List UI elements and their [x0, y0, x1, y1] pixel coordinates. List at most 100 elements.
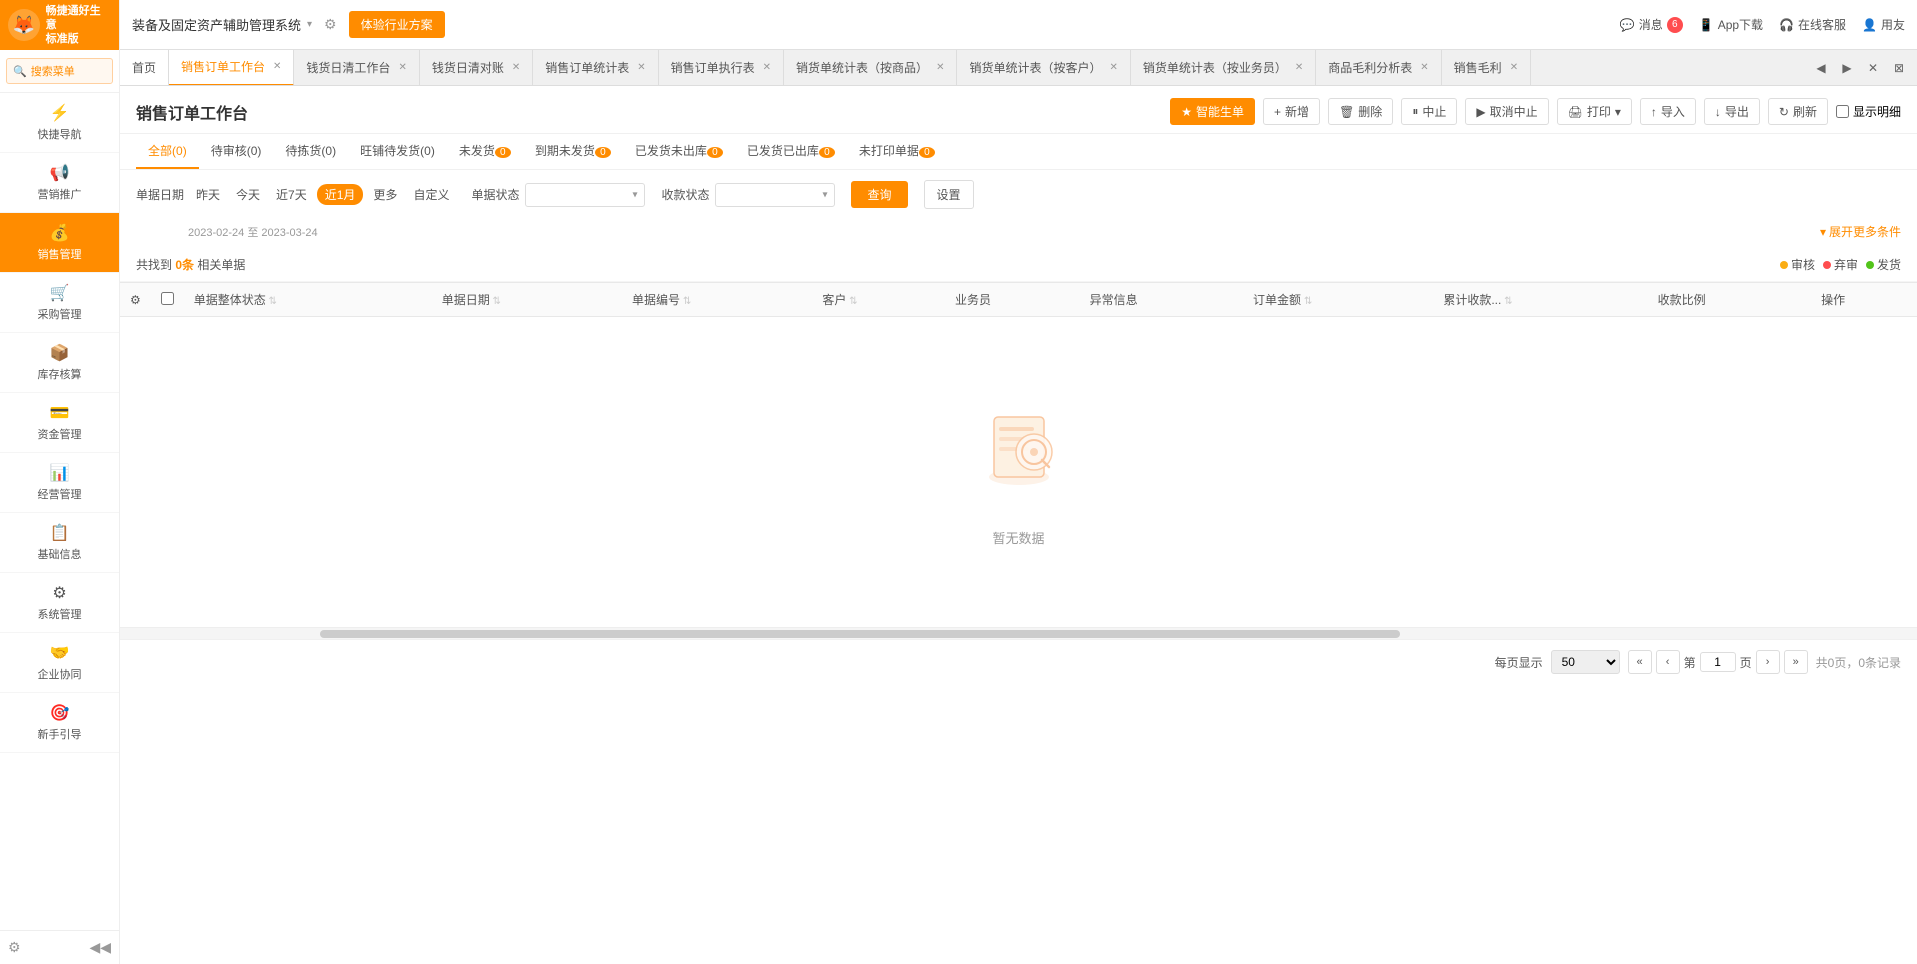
tab-close-icon[interactable]: ✕ [1510, 62, 1518, 73]
sub-tab-shipped-out[interactable]: 已发货已出库0 [735, 134, 847, 169]
tab-sales-exec[interactable]: 销售订单执行表 ✕ [659, 50, 784, 86]
tab-close-icon[interactable]: ✕ [273, 61, 281, 72]
query-button[interactable]: 查询 [851, 181, 907, 208]
industry-solution-button[interactable]: 体验行业方案 [349, 11, 445, 38]
date-7days-btn[interactable]: 近7天 [270, 184, 313, 205]
expand-conditions-button[interactable]: ▾ 展开更多条件 [1820, 223, 1901, 240]
online-service-item[interactable]: 🎧 在线客服 [1779, 16, 1846, 33]
tab-close-icon[interactable]: ✕ [763, 62, 771, 73]
collapse-icon[interactable]: ◀◀ [89, 939, 111, 956]
ship-action-button[interactable]: 发货 [1866, 256, 1901, 273]
payment-filter: 收款状态 [661, 183, 835, 207]
select-all-checkbox[interactable] [161, 292, 174, 305]
table-header-checkbox[interactable] [151, 283, 184, 317]
refresh-button[interactable]: ↻ 刷新 [1768, 98, 1828, 125]
import-button[interactable]: ↑ 导入 [1640, 98, 1696, 125]
app-download-item[interactable]: 📱 App下载 [1699, 16, 1763, 33]
tab-sales-order-workbench[interactable]: 销售订单工作台 ✕ [169, 50, 294, 86]
tab-close-icon[interactable]: ✕ [637, 62, 645, 73]
sidebar-item-finance[interactable]: 💳 资金管理 [0, 393, 119, 453]
user-item[interactable]: 👤 用友 [1862, 16, 1905, 33]
page-number-input[interactable] [1700, 652, 1736, 672]
sub-tab-pending-audit[interactable]: 待审核(0) [199, 134, 274, 169]
sub-tab-shop-ship[interactable]: 旺铺待发货(0) [348, 134, 447, 169]
gear-icon[interactable]: ⚙ [324, 16, 337, 33]
page-first-button[interactable]: « [1628, 650, 1652, 674]
tab-sales-salesperson[interactable]: 销货单统计表（按业务员） ✕ [1131, 50, 1316, 86]
sidebar-item-inventory[interactable]: 📦 库存核算 [0, 333, 119, 393]
pause-button[interactable]: ⏸ 中止 [1401, 98, 1457, 125]
tab-margin-analysis[interactable]: 商品毛利分析表 ✕ [1316, 50, 1441, 86]
sidebar-item-purchase[interactable]: 🛒 采购管理 [0, 273, 119, 333]
scrollbar-thumb[interactable] [320, 630, 1400, 638]
tab-scroll-right-button[interactable]: ▶ [1835, 56, 1859, 80]
date-today-btn[interactable]: 今天 [230, 184, 266, 205]
sidebar-item-system[interactable]: ⚙ 系统管理 [0, 573, 119, 633]
sub-tab-pending-pick[interactable]: 待拣货(0) [273, 134, 348, 169]
page-last-button[interactable]: » [1784, 650, 1808, 674]
sidebar-item-sales[interactable]: 💰 销售管理 [0, 213, 119, 273]
sub-tab-shipped-not-out[interactable]: 已发货未出库0 [623, 134, 735, 169]
sub-tab-not-shipped[interactable]: 未发货0 [447, 134, 523, 169]
search-menu-button[interactable]: 🔍 搜索菜单 [6, 58, 113, 84]
horizontal-scrollbar[interactable] [120, 627, 1917, 639]
delete-button[interactable]: 🗑 删除 [1328, 98, 1393, 125]
tab-sales-margin[interactable]: 销售毛利 ✕ [1442, 50, 1531, 86]
notification-item[interactable]: 💬 消息 6 [1620, 16, 1683, 33]
tab-close-icon[interactable]: ✕ [1295, 62, 1303, 73]
show-detail-checkbox[interactable] [1836, 105, 1849, 118]
cancel-audit-action-button[interactable]: 弃审 [1823, 256, 1858, 273]
tab-sales-stats[interactable]: 销售订单统计表 ✕ [533, 50, 658, 86]
sidebar-item-management[interactable]: 📊 经营管理 [0, 453, 119, 513]
sidebar-item-marketing[interactable]: 📢 营销推广 [0, 153, 119, 213]
sub-tab-overdue-ship[interactable]: 到期未发货0 [523, 134, 623, 169]
add-button[interactable]: + 新增 [1263, 98, 1320, 125]
table-header-number[interactable]: 单据编号 [622, 283, 812, 317]
sub-tab-not-printed[interactable]: 未打印单据0 [847, 134, 947, 169]
tab-close-icon[interactable]: ✕ [1420, 62, 1428, 73]
page-next-button[interactable]: › [1756, 650, 1780, 674]
export-button[interactable]: ↓ 导出 [1704, 98, 1760, 125]
table-header-status[interactable]: 单据整体状态 [184, 283, 432, 317]
sidebar-item-quick-nav[interactable]: ⚡ 快捷导航 [0, 93, 119, 153]
sidebar-item-basic-info[interactable]: 📋 基础信息 [0, 513, 119, 573]
filter-settings-button[interactable]: 设置 [924, 180, 974, 209]
per-page-select[interactable]: 50 100 200 [1551, 650, 1620, 674]
table-header-customer[interactable]: 客户 [812, 283, 945, 317]
phone-icon: 📱 [1699, 18, 1714, 32]
tab-close-all-button[interactable]: ⊠ [1887, 56, 1911, 80]
tab-close-icon[interactable]: ✕ [1109, 62, 1117, 73]
date-custom-btn[interactable]: 自定义 [407, 184, 455, 205]
table-header-settings[interactable]: ⚙ [120, 283, 151, 317]
show-detail-label[interactable]: 显示明细 [1836, 103, 1901, 120]
tab-close-icon[interactable]: ✕ [936, 62, 944, 73]
tab-cash-daily-workbench[interactable]: 钱货日清工作台 ✕ [294, 50, 419, 86]
payment-select[interactable] [715, 183, 835, 207]
tab-sales-product[interactable]: 销货单统计表（按商品） ✕ [784, 50, 957, 86]
date-yesterday-btn[interactable]: 昨天 [190, 184, 226, 205]
date-1month-btn[interactable]: 近1月 [317, 184, 364, 205]
tab-sales-customer[interactable]: 销货单统计表（按客户） ✕ [957, 50, 1130, 86]
table-header-collected[interactable]: 累计收款... [1433, 283, 1647, 317]
tab-cash-reconciliation[interactable]: 钱货日清对账 ✕ [420, 50, 533, 86]
print-button[interactable]: 🖨 打印 ▾ [1557, 98, 1632, 125]
sidebar-item-guide[interactable]: 🎯 新手引导 [0, 693, 119, 753]
sidebar-logo: 🦊 畅捷通好生意 标准版 [0, 0, 119, 50]
sub-tab-all[interactable]: 全部(0) [136, 134, 199, 169]
table-header-date[interactable]: 单据日期 [432, 283, 622, 317]
table-header-amount[interactable]: 订单金额 [1243, 283, 1433, 317]
date-more-btn[interactable]: 更多 [367, 184, 403, 205]
smart-gen-button[interactable]: ★ 智能生单 [1170, 98, 1255, 125]
sidebar-item-collaboration[interactable]: 🤝 企业协同 [0, 633, 119, 693]
settings-bottom-icon[interactable]: ⚙ [8, 939, 21, 956]
cancel-pause-button[interactable]: ▶ 取消中止 [1465, 98, 1548, 125]
audit-action-button[interactable]: 审核 [1780, 256, 1815, 273]
tab-home[interactable]: 首页 [120, 50, 169, 86]
cancel-audit-dot-icon [1823, 261, 1831, 269]
status-select[interactable] [525, 183, 645, 207]
tab-scroll-left-button[interactable]: ◀ [1809, 56, 1833, 80]
tab-close-current-button[interactable]: ✕ [1861, 56, 1885, 80]
tab-close-icon[interactable]: ✕ [398, 62, 406, 73]
tab-close-icon[interactable]: ✕ [512, 62, 520, 73]
page-prev-button[interactable]: ‹ [1656, 650, 1680, 674]
